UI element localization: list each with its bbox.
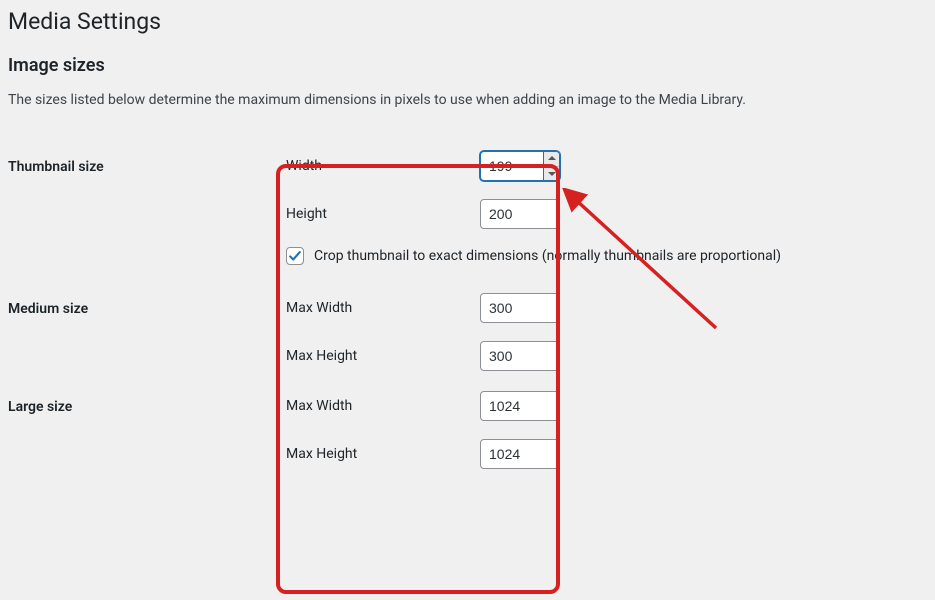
thumbnail-height-input[interactable] <box>480 199 560 229</box>
stepper-down-button[interactable] <box>544 167 559 181</box>
chevron-down-icon <box>548 171 556 176</box>
large-width-row: Max Width <box>286 391 917 421</box>
medium-width-input[interactable] <box>480 293 560 323</box>
settings-form-table: Thumbnail size Width <box>8 141 927 479</box>
large-height-row: Max Height <box>286 439 917 469</box>
thumbnail-crop-row: Crop thumbnail to exact dimensions (norm… <box>286 247 917 265</box>
thumbnail-heading: Thumbnail size <box>8 141 286 283</box>
large-width-label: Max Width <box>286 398 480 414</box>
medium-heading: Medium size <box>8 283 286 381</box>
medium-height-input[interactable] <box>480 341 560 371</box>
thumbnail-width-input-wrap <box>480 151 560 181</box>
chevron-up-icon <box>548 156 556 161</box>
thumbnail-width-input[interactable] <box>480 151 544 181</box>
medium-height-label: Max Height <box>286 348 480 364</box>
thumbnail-width-label: Width <box>286 158 480 174</box>
medium-height-row: Max Height <box>286 341 917 371</box>
section-description: The sizes listed below determine the max… <box>8 90 927 111</box>
large-height-input[interactable] <box>480 439 560 469</box>
thumbnail-crop-label: Crop thumbnail to exact dimensions (norm… <box>314 248 781 264</box>
number-stepper <box>544 151 560 181</box>
medium-row: Medium size Max Width Max Height <box>8 283 927 381</box>
stepper-up-button[interactable] <box>544 152 559 167</box>
check-icon <box>288 249 302 263</box>
thumbnail-height-row: Height <box>286 199 917 229</box>
large-heading: Large size <box>8 381 286 479</box>
large-width-input[interactable] <box>480 391 560 421</box>
large-height-label: Max Height <box>286 446 480 462</box>
thumbnail-width-row: Width <box>286 151 917 181</box>
thumbnail-crop-checkbox[interactable] <box>286 247 304 265</box>
medium-width-row: Max Width <box>286 293 917 323</box>
large-row: Large size Max Width Max Height <box>8 381 927 479</box>
section-title: Image sizes <box>8 55 927 76</box>
thumbnail-height-label: Height <box>286 206 480 222</box>
thumbnail-row: Thumbnail size Width <box>8 141 927 283</box>
page-title: Media Settings <box>8 8 927 35</box>
medium-width-label: Max Width <box>286 300 480 316</box>
